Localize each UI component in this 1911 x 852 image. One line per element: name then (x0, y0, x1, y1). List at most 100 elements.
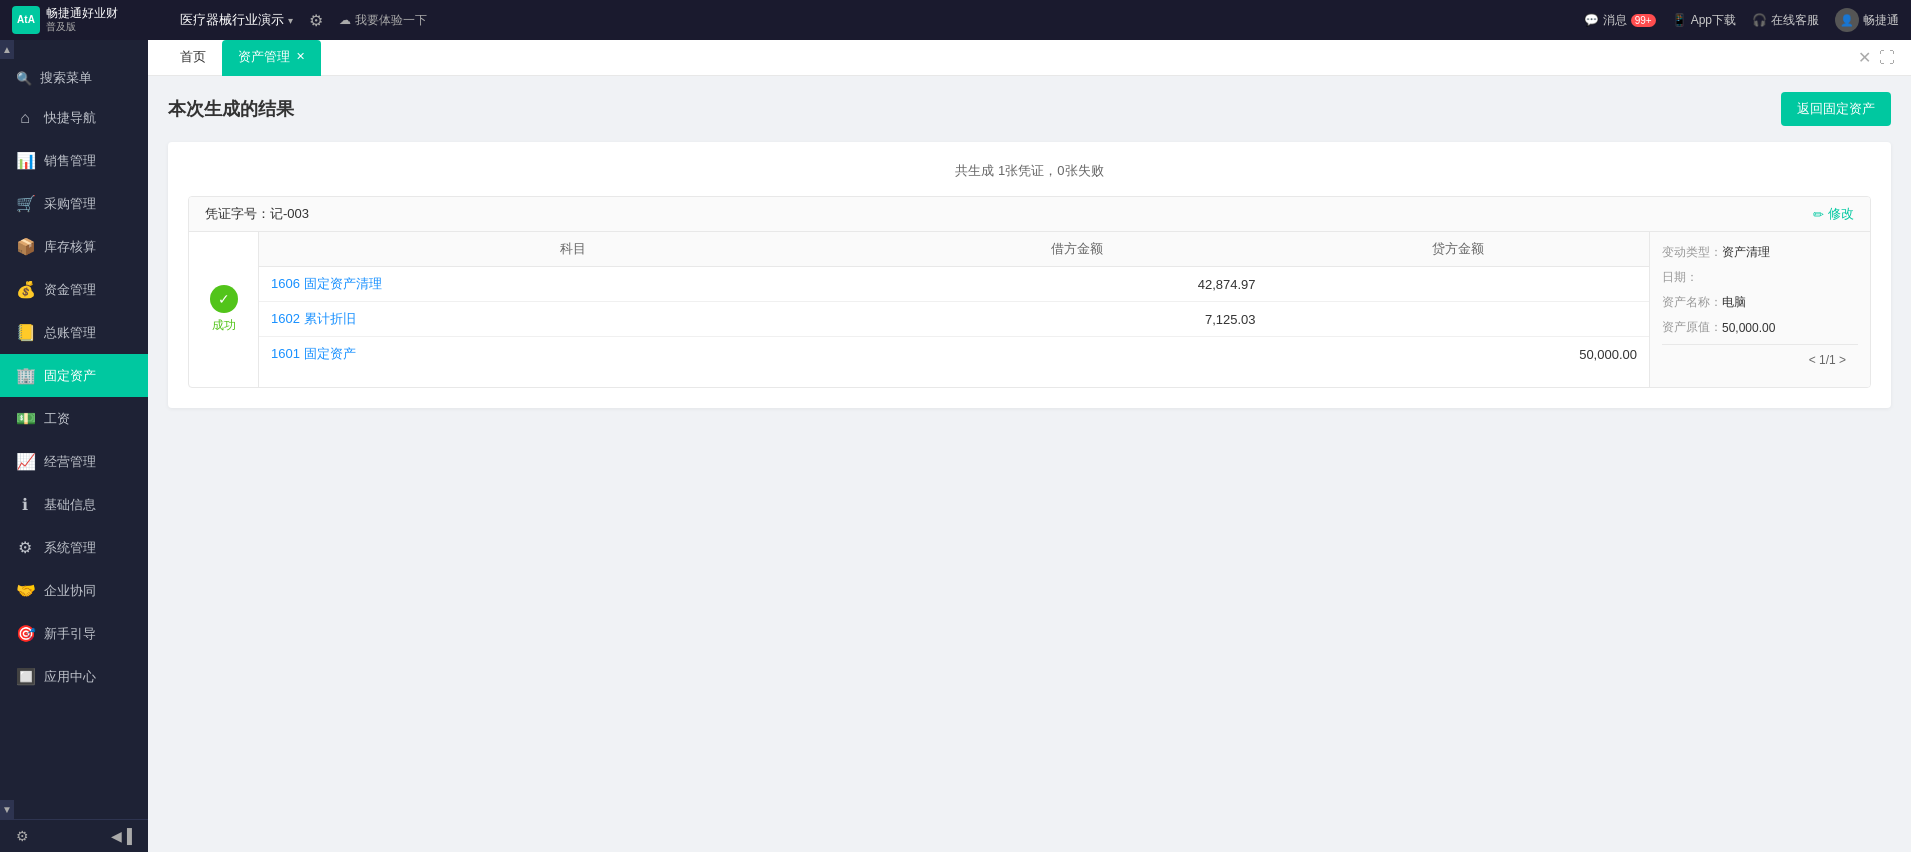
sidebar-item-payroll[interactable]: 💵 工资 (0, 397, 148, 440)
col-subject: 科目 (259, 232, 886, 267)
credit-cell (1268, 302, 1649, 337)
change-type-value: 资产清理 (1722, 244, 1770, 261)
cloud-icon: ☁ (339, 13, 351, 27)
operations-icon: 📈 (16, 452, 34, 471)
original-value-label: 资产原值： (1662, 319, 1722, 336)
sidebar-item-operations[interactable]: 📈 经营管理 (0, 440, 148, 483)
sidebar-item-label: 企业协同 (44, 582, 96, 600)
sidebar-item-fixed-assets[interactable]: 🏢固定资产 (0, 354, 148, 397)
purchase-icon: 🛒 (16, 194, 34, 213)
status-cell: ✓ 成功 (189, 232, 259, 387)
quick-nav-icon: ⌂ (16, 109, 34, 127)
sidebar-item-label: 采购管理 (44, 195, 96, 213)
app-body: ▲ 🔍 搜索菜单 ⌂快捷导航📊销售管理 🛒 采购管理 📦 库存核算 💰资金管理📒总账管理🏢… (0, 40, 1911, 852)
voucher-side-info: 变动类型： 资产清理 日期： 资产名称： 电脑 (1650, 232, 1870, 387)
collapse-icon[interactable]: ◀▐ (111, 828, 132, 844)
sidebar-item-label: 系统管理 (44, 539, 96, 557)
edit-button[interactable]: ✏ 修改 (1813, 205, 1854, 223)
asset-name-row: 资产名称： 电脑 (1662, 294, 1858, 311)
experience-button[interactable]: ☁ 我要体验一下 (339, 12, 427, 29)
avatar: 👤 (1835, 8, 1859, 32)
subject-cell: 1601 固定资产 (259, 337, 886, 372)
guide-icon: 🎯 (16, 624, 34, 643)
top-bar: AtA 畅捷通好业财 普及版 医疗器械行业演示 ▾ ⚙ ☁ 我要体验一下 💬 消… (0, 0, 1911, 40)
sidebar-item-system[interactable]: ⚙ 系统管理 (0, 526, 148, 569)
messages-button[interactable]: 💬 消息 99+ (1584, 12, 1656, 29)
sidebar-item-label: 应用中心 (44, 668, 96, 686)
experience-label: 我要体验一下 (355, 12, 427, 29)
sidebar-bottom: ⚙ ◀▐ (0, 819, 148, 852)
col-debit: 借方金额 (886, 232, 1267, 267)
chevron-down-icon: ▾ (288, 15, 293, 26)
company-selector[interactable]: 医疗器械行业演示 ▾ (180, 11, 293, 29)
date-label: 日期： (1662, 269, 1722, 286)
logo-text: 畅捷通好业财 (46, 6, 118, 20)
back-to-fixed-assets-button[interactable]: 返回固定资产 (1781, 92, 1891, 126)
subject-cell: 1606 固定资产清理 (259, 267, 886, 302)
sidebar-item-inventory[interactable]: 📦 库存核算 (0, 225, 148, 268)
sidebar-item-basic-info[interactable]: ℹ基础信息 (0, 483, 148, 526)
original-value-row: 资产原值： 50,000.00 (1662, 319, 1858, 336)
sidebar-item-guide[interactable]: 🎯 新手引导 (0, 612, 148, 655)
asset-name-value: 电脑 (1722, 294, 1746, 311)
sidebar-item-purchase[interactable]: 🛒 采购管理 (0, 182, 148, 225)
cooperation-icon: 🤝 (16, 581, 34, 600)
tab-asset-management[interactable]: 资产管理 ✕ (222, 40, 321, 76)
online-service-button[interactable]: 🎧 在线客服 (1752, 12, 1819, 29)
sidebar-item-label: 库存核算 (44, 238, 96, 256)
logo-icon: AtA (12, 6, 40, 34)
sidebar-item-ledger[interactable]: 📒总账管理 (0, 311, 148, 354)
success-icon: ✓ (210, 285, 238, 313)
table-row: 1601 固定资产 50,000.00 (259, 337, 1649, 372)
sidebar-item-label: 销售管理 (44, 152, 96, 170)
service-icon: 🎧 (1752, 13, 1767, 27)
sidebar-item-label: 新手引导 (44, 625, 96, 643)
table-row: 1606 固定资产清理 42,874.97 (259, 267, 1649, 302)
download-icon: 📱 (1672, 13, 1687, 27)
tab-home[interactable]: 首页 (164, 40, 222, 76)
original-value-value: 50,000.00 (1722, 321, 1775, 335)
online-service-label: 在线客服 (1771, 12, 1819, 29)
sidebar-item-finance[interactable]: 💰资金管理 (0, 268, 148, 311)
sidebar-item-app-center[interactable]: 🔲应用中心 (0, 655, 148, 698)
settings-icon[interactable]: ⚙ (309, 11, 323, 30)
messages-badge: 99+ (1631, 14, 1656, 27)
asset-name-label: 资产名称： (1662, 294, 1722, 311)
company-name: 医疗器械行业演示 (180, 11, 284, 29)
voucher-number: 凭证字号：记-003 (205, 205, 309, 223)
gear-icon[interactable]: ⚙ (16, 828, 29, 844)
logo: AtA 畅捷通好业财 普及版 (12, 6, 160, 34)
sidebar-item-label: 工资 (44, 410, 70, 428)
main-content: 首页 资产管理 ✕ ✕ ⛶ 本次生成的结果 返回固定资产 共生成 1张凭证， (148, 40, 1911, 852)
payroll-icon: 💵 (16, 409, 34, 428)
user-info[interactable]: 👤 畅捷通 (1835, 8, 1899, 32)
sidebar-scroll-down[interactable]: ▼ (0, 800, 14, 819)
sidebar-item-cooperation[interactable]: 🤝 企业协同 (0, 569, 148, 612)
sidebar-item-label: 经营管理 (44, 453, 96, 471)
top-bar-right: 💬 消息 99+ 📱 App下载 🎧 在线客服 👤 畅捷通 (1584, 8, 1899, 32)
date-row: 日期： (1662, 269, 1858, 286)
pagination[interactable]: < 1/1 > (1662, 344, 1858, 375)
credit-cell (1268, 267, 1649, 302)
tab-close-icon[interactable]: ✕ (296, 50, 305, 63)
credit-cell: 50,000.00 (1268, 337, 1649, 372)
sidebar-item-label: 总账管理 (44, 324, 96, 342)
home-label: 首页 (180, 48, 206, 66)
close-panel-icon[interactable]: ✕ (1858, 48, 1871, 67)
system-icon: ⚙ (16, 538, 34, 557)
app-download-button[interactable]: 📱 App下载 (1672, 12, 1736, 29)
page-header: 本次生成的结果 返回固定资产 (168, 92, 1891, 126)
finance-icon: 💰 (16, 280, 34, 299)
change-type-row: 变动类型： 资产清理 (1662, 244, 1858, 261)
sidebar-item-sales[interactable]: 📊销售管理 (0, 139, 148, 182)
page-title: 本次生成的结果 (168, 97, 294, 121)
sidebar-scroll-up[interactable]: ▲ (0, 40, 14, 59)
expand-panel-icon[interactable]: ⛶ (1879, 49, 1895, 67)
sidebar-item-quick-nav[interactable]: ⌂快捷导航 (0, 97, 148, 139)
user-name: 畅捷通 (1863, 12, 1899, 29)
debit-cell (886, 337, 1267, 372)
inventory-icon: 📦 (16, 237, 34, 256)
page-area: 本次生成的结果 返回固定资产 共生成 1张凭证，0张失败 凭证字号：记-003 … (148, 76, 1911, 852)
basic-info-icon: ℹ (16, 495, 34, 514)
sidebar-search[interactable]: 🔍 搜索菜单 (0, 59, 148, 97)
